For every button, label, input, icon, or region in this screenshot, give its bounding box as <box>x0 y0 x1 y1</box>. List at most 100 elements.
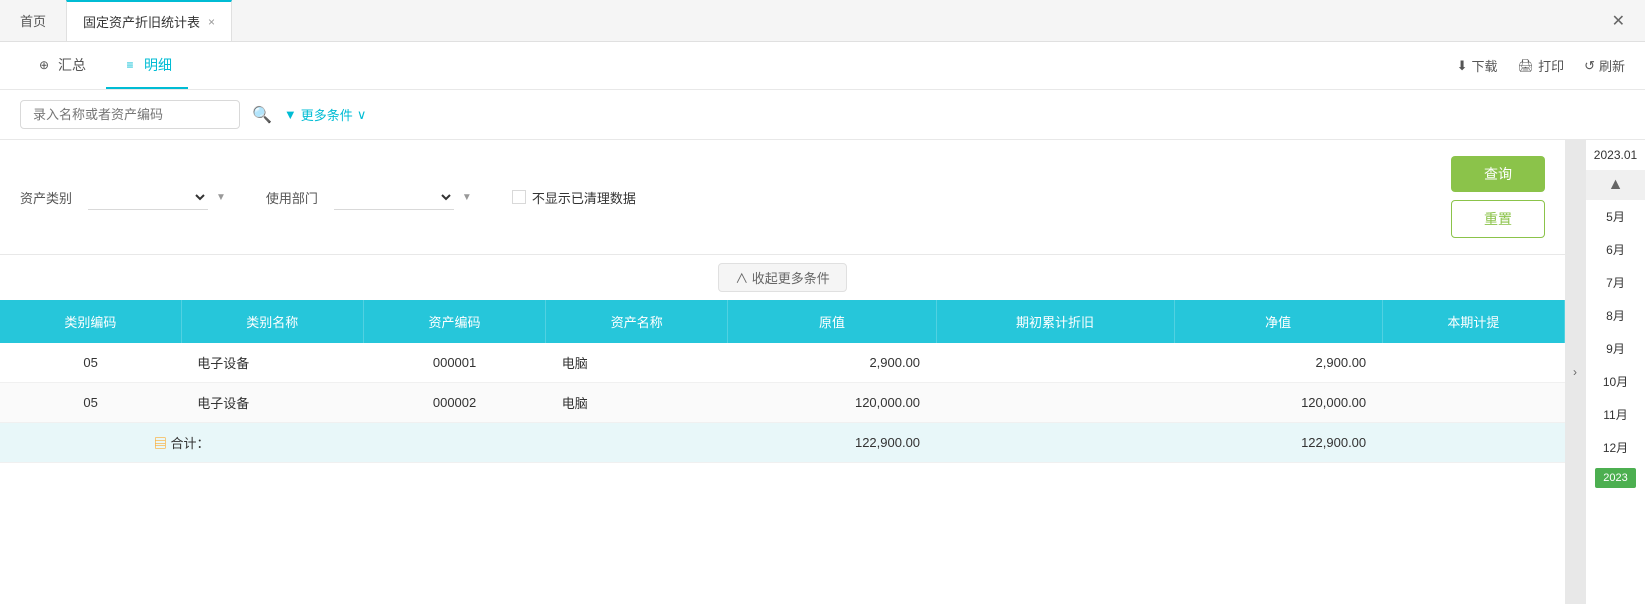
download-icon: ⬇ <box>1457 58 1468 74</box>
search-input[interactable] <box>20 100 240 129</box>
collapse-bar: ∧ 收起更多条件 <box>0 255 1565 300</box>
asset-type-select[interactable] <box>88 184 208 210</box>
cell-asset-code: 000001 <box>363 343 545 383</box>
total-asset-name <box>546 423 728 463</box>
table-row: 05 电子设备 000002 电脑 120,000.00 120,000.00 <box>0 383 1565 423</box>
total-net-value: 122,900.00 <box>1174 423 1382 463</box>
cell-accumulated-depreciation <box>936 383 1174 423</box>
col-net-value: 净值 <box>1174 300 1382 343</box>
cell-current-period <box>1382 383 1564 423</box>
date-up-button[interactable]: ▲ <box>1586 170 1645 200</box>
filter-row: 资产类别 ▼ 使用部门 ▼ <box>20 156 1545 238</box>
collapse-button[interactable]: ∧ 收起更多条件 <box>718 263 847 292</box>
expand-panel-arrow[interactable]: › <box>1565 140 1585 604</box>
cell-original-value: 2,900.00 <box>728 343 936 383</box>
filter-icon: ▼ <box>284 107 297 122</box>
cell-asset-code: 000002 <box>363 383 545 423</box>
asset-type-filter: 资产类别 ▼ <box>20 184 226 210</box>
tab-summary[interactable]: ⊕ 汇总 <box>20 42 102 89</box>
tab-detail-label: 明细 <box>144 55 172 75</box>
cell-net-value: 2,900.00 <box>1174 343 1382 383</box>
search-icon[interactable]: 🔍 <box>252 105 272 125</box>
window-close-button[interactable]: ✕ <box>1592 11 1645 31</box>
cell-asset-name: 电脑 <box>546 343 728 383</box>
cell-accumulated-depreciation <box>936 343 1174 383</box>
date-panel: 2023.01 ▲ 5月 6月 7月 8月 9月 10月 11月 12月 202… <box>1585 140 1645 604</box>
date-month-5[interactable]: 5月 <box>1602 200 1629 233</box>
download-button[interactable]: ⬇ 下载 <box>1457 56 1498 75</box>
cell-category-name: 电子设备 <box>181 343 363 383</box>
filter-label: 更多条件 <box>301 105 353 124</box>
home-tab[interactable]: 首页 <box>0 0 66 41</box>
download-label: 下载 <box>1472 56 1498 75</box>
total-original-value: 122,900.00 <box>728 423 936 463</box>
date-month-11[interactable]: 11月 <box>1599 398 1631 431</box>
department-select[interactable] <box>334 184 454 210</box>
query-button[interactable]: 查询 <box>1451 156 1545 192</box>
total-icon: ▤ <box>154 436 167 451</box>
cell-current-period <box>1382 343 1564 383</box>
print-label: 打印 <box>1538 56 1564 75</box>
asset-type-arrow-icon: ▼ <box>216 192 226 203</box>
print-icon: 🖨 <box>1518 58 1535 74</box>
department-label: 使用部门 <box>266 188 326 207</box>
search-bar: 🔍 ▼ 更多条件 ∨ <box>0 90 1645 140</box>
col-category-name: 类别名称 <box>181 300 363 343</box>
total-label: ▤ 合计： <box>0 423 363 463</box>
total-accumulated-depreciation <box>936 423 1174 463</box>
refresh-icon: ↺ <box>1584 58 1595 74</box>
col-accumulated-depreciation: 期初累计折旧 <box>936 300 1174 343</box>
active-tab-label: 固定资产折旧统计表 <box>83 12 200 31</box>
filter-button[interactable]: ▼ 更多条件 ∨ <box>284 105 366 124</box>
date-month-6[interactable]: 6月 <box>1602 233 1629 266</box>
cell-category-code: 05 <box>0 383 181 423</box>
table-container: 类别编码 类别名称 资产编码 资产名称 原值 期初累计折旧 净值 本期计提 05… <box>0 300 1565 604</box>
hide-cleared-checkbox[interactable] <box>512 190 526 204</box>
filter-buttons: 查询 重置 <box>1451 156 1545 238</box>
total-asset-code <box>363 423 545 463</box>
sub-tab-bar: ⊕ 汇总 ≡ 明细 ⬇ 下载 🖨 打印 ↺ 刷新 <box>0 42 1645 90</box>
cell-asset-name: 电脑 <box>546 383 728 423</box>
print-button[interactable]: 🖨 打印 <box>1518 56 1565 75</box>
cell-original-value: 120,000.00 <box>728 383 936 423</box>
date-month-9[interactable]: 9月 <box>1602 332 1629 365</box>
table-header-row: 类别编码 类别名称 资产编码 资产名称 原值 期初累计折旧 净值 本期计提 <box>0 300 1565 343</box>
tab-detail[interactable]: ≡ 明细 <box>106 42 188 89</box>
cell-category-code: 05 <box>0 343 181 383</box>
date-month-8[interactable]: 8月 <box>1602 299 1629 332</box>
department-arrow-icon: ▼ <box>462 192 472 203</box>
cell-category-name: 电子设备 <box>181 383 363 423</box>
table-row: 05 电子设备 000001 电脑 2,900.00 2,900.00 <box>0 343 1565 383</box>
department-filter: 使用部门 ▼ <box>266 184 472 210</box>
total-current-period <box>1382 423 1564 463</box>
collapse-label: ∧ 收起更多条件 <box>735 268 830 287</box>
detail-icon: ≡ <box>122 57 138 73</box>
col-asset-name: 资产名称 <box>546 300 728 343</box>
date-month-7[interactable]: 7月 <box>1602 266 1629 299</box>
toolbar-actions: ⬇ 下载 🖨 打印 ↺ 刷新 <box>1457 56 1625 75</box>
total-row: ▤ 合计： 122,900.00 122,900.00 <box>0 423 1565 463</box>
reset-button[interactable]: 重置 <box>1451 200 1545 238</box>
data-table: 类别编码 类别名称 资产编码 资产名称 原值 期初累计折旧 净值 本期计提 05… <box>0 300 1565 463</box>
cell-net-value: 120,000.00 <box>1174 383 1382 423</box>
col-original-value: 原值 <box>728 300 936 343</box>
tab-close-icon[interactable]: × <box>208 15 215 29</box>
chevron-right-icon: › <box>1573 365 1577 379</box>
tab-summary-label: 汇总 <box>58 55 86 75</box>
col-asset-code: 资产编码 <box>363 300 545 343</box>
hide-cleared-filter: 不显示已清理数据 <box>512 188 636 207</box>
col-current-period: 本期计提 <box>1382 300 1564 343</box>
col-category-code: 类别编码 <box>0 300 181 343</box>
active-tab[interactable]: 固定资产折旧统计表 × <box>66 0 232 41</box>
date-month-12[interactable]: 12月 <box>1599 431 1632 464</box>
asset-type-label: 资产类别 <box>20 188 80 207</box>
filter-section: 资产类别 ▼ 使用部门 ▼ <box>0 140 1565 255</box>
date-month-10[interactable]: 10月 <box>1599 365 1632 398</box>
date-year-header: 2023.01 <box>1590 140 1641 170</box>
filter-arrow-icon: ∨ <box>357 107 367 123</box>
refresh-label: 刷新 <box>1599 56 1625 75</box>
hide-cleared-label: 不显示已清理数据 <box>532 188 636 207</box>
summary-icon: ⊕ <box>36 57 52 73</box>
date-current-year[interactable]: 2023 <box>1595 468 1635 488</box>
refresh-button[interactable]: ↺ 刷新 <box>1584 56 1625 75</box>
